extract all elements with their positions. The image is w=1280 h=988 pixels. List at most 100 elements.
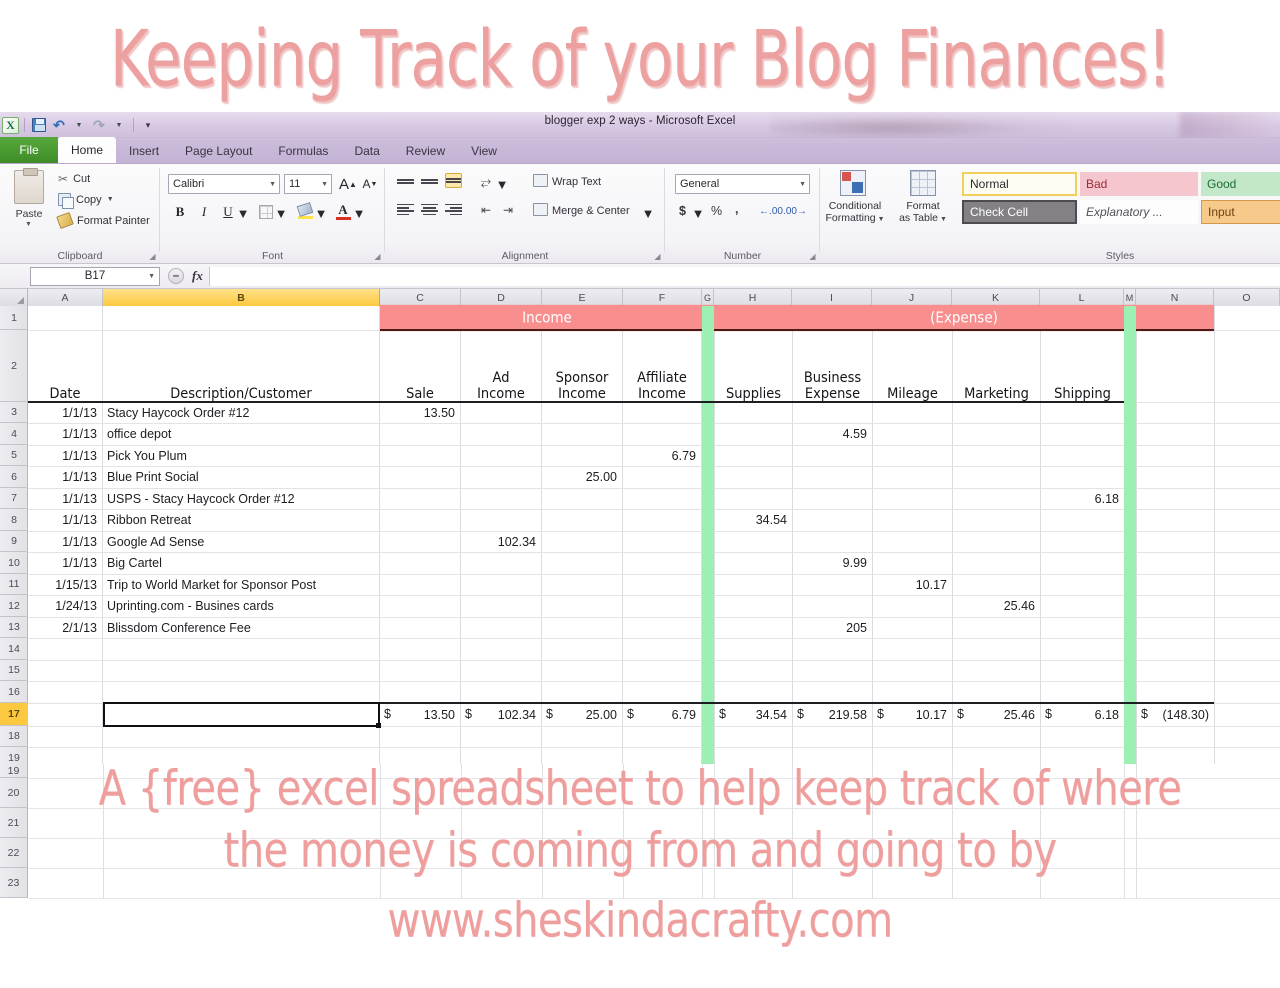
column-header-d[interactable]: D — [461, 289, 542, 306]
cell-desc[interactable]: Ribbon Retreat — [103, 509, 379, 531]
row-header-1[interactable]: 1 — [0, 306, 28, 330]
increase-indent-icon[interactable]: ⇥ — [499, 202, 517, 218]
tab-data[interactable]: Data — [341, 139, 392, 163]
tab-file[interactable]: File — [0, 137, 58, 163]
align-bottom-icon[interactable] — [445, 173, 462, 188]
cell-date[interactable]: 1/1/13 — [28, 445, 102, 466]
column-header-e[interactable]: E — [542, 289, 623, 306]
row-header-14[interactable]: 14 — [0, 638, 28, 660]
align-right-icon[interactable] — [445, 202, 462, 217]
alignment-dialog-launcher-icon[interactable]: ◢ — [653, 252, 662, 261]
redo-icon[interactable]: ↷ — [90, 116, 108, 134]
cell-desc[interactable]: Blissdom Conference Fee — [103, 617, 379, 638]
align-left-icon[interactable] — [397, 202, 414, 217]
row-header-12[interactable]: 12 — [0, 595, 28, 617]
row-header-18[interactable]: 18 — [0, 726, 28, 747]
tab-home[interactable]: Home — [58, 137, 117, 163]
font-color-icon[interactable]: A — [332, 200, 354, 222]
tab-review[interactable]: Review — [393, 139, 458, 163]
align-middle-icon[interactable] — [421, 174, 438, 189]
tab-page-layout[interactable]: Page Layout — [172, 139, 265, 163]
name-box[interactable]: B17 ▼ — [30, 266, 160, 286]
cell-date[interactable]: 1/1/13 — [28, 402, 102, 423]
cell-date[interactable]: 1/1/13 — [28, 488, 102, 509]
style-bad[interactable]: Bad — [1080, 172, 1198, 196]
paste-button-label[interactable]: Paste — [8, 208, 50, 220]
underline-button[interactable]: U — [218, 202, 238, 222]
active-cell-selection[interactable] — [103, 702, 381, 728]
font-dialog-launcher-icon[interactable]: ◢ — [373, 252, 382, 261]
style-explanatory[interactable]: Explanatory ... — [1080, 200, 1198, 224]
format-as-table-button[interactable]: Format as Table ▼ — [892, 200, 954, 226]
align-top-icon[interactable] — [397, 174, 414, 189]
number-dialog-launcher-icon[interactable]: ◢ — [808, 252, 817, 261]
total-sale[interactable]: 13.50 — [380, 703, 460, 726]
wrap-text-label[interactable]: Wrap Text — [552, 176, 601, 188]
total-ad-income[interactable]: 102.34 — [461, 703, 541, 726]
column-header-g[interactable]: G — [702, 289, 714, 306]
cell-date[interactable]: 1/15/13 — [28, 574, 102, 595]
cell-mileage[interactable]: 10.17 — [873, 574, 952, 595]
style-check-cell[interactable]: Check Cell — [962, 200, 1077, 224]
borders-dropdown-icon[interactable]: ▼ — [275, 206, 288, 221]
column-header-c[interactable]: C — [380, 289, 461, 306]
total-net[interactable]: (148.30) — [1136, 703, 1214, 726]
clipboard-dialog-launcher-icon[interactable]: ◢ — [148, 252, 157, 261]
cell-desc[interactable]: Uprinting.com - Busines cards — [103, 595, 379, 617]
total-sponsor-income[interactable]: 25.00 — [542, 703, 622, 726]
total-shipping[interactable]: 6.18 — [1041, 703, 1124, 726]
style-good[interactable]: Good — [1201, 172, 1280, 196]
customize-qat-icon[interactable]: ▾ — [139, 116, 157, 134]
cell-date[interactable]: 1/1/13 — [28, 423, 102, 445]
cell-desc[interactable]: Google Ad Sense — [103, 531, 379, 552]
column-header-k[interactable]: K — [952, 289, 1040, 306]
row-header-9[interactable]: 9 — [0, 531, 28, 552]
cells-area[interactable]: Income (Expense) Date Description/Custom… — [28, 304, 1280, 764]
row-header-17[interactable]: 17 — [0, 703, 28, 726]
style-normal[interactable]: Normal — [962, 172, 1077, 196]
font-color-dropdown-icon[interactable]: ▼ — [353, 206, 366, 221]
cell-desc[interactable]: Stacy Haycock Order #12 — [103, 402, 379, 423]
conditional-formatting-button[interactable]: Conditional Formatting ▼ — [820, 200, 890, 226]
decrease-indent-icon[interactable]: ⇤ — [477, 202, 495, 218]
quick-access-toolbar[interactable]: X ↶ ▼ ↷ ▼ ▾ — [2, 114, 157, 136]
column-header-l[interactable]: L — [1040, 289, 1124, 306]
save-icon[interactable] — [30, 116, 48, 134]
row-header-16[interactable]: 16 — [0, 681, 28, 703]
copy-dropdown-icon[interactable]: ▼ — [107, 196, 114, 203]
column-header-b[interactable]: B — [103, 289, 380, 306]
cell-date[interactable]: 1/1/13 — [28, 552, 102, 574]
undo-icon[interactable]: ↶ — [50, 116, 68, 134]
cell-desc[interactable]: Pick You Plum — [103, 445, 379, 466]
shrink-font-icon[interactable]: A ▼ — [360, 174, 380, 194]
total-supplies[interactable]: 34.54 — [715, 703, 792, 726]
cell-desc[interactable]: office depot — [103, 423, 379, 445]
row-header-23[interactable]: 23 — [0, 868, 28, 898]
cell-desc[interactable]: Trip to World Market for Sponsor Post — [103, 574, 379, 595]
tab-insert[interactable]: Insert — [116, 139, 172, 163]
cell-sponsor[interactable]: 25.00 — [542, 466, 622, 488]
column-header-m[interactable]: M — [1124, 289, 1136, 306]
row-header-22[interactable]: 22 — [0, 838, 28, 868]
column-header-row[interactable]: A B C D E F G H I J K L M N O — [0, 289, 1280, 306]
cell-sale[interactable]: 13.50 — [380, 402, 460, 423]
row-header-19[interactable]: 19 — [0, 747, 28, 764]
comma-format-icon[interactable]: , — [735, 202, 738, 216]
cell-business[interactable]: 4.59 — [793, 423, 872, 445]
style-input[interactable]: Input — [1201, 200, 1280, 224]
accounting-format-icon[interactable]: $ — [679, 204, 686, 218]
row-header-5[interactable]: 5 — [0, 445, 28, 466]
font-size-combobox[interactable]: 11 ▼ — [284, 174, 332, 194]
cell-desc[interactable]: USPS - Stacy Haycock Order #12 — [103, 488, 379, 509]
collapse-formula-bar-icon[interactable]: ━ — [168, 268, 184, 284]
column-header-j[interactable]: J — [872, 289, 952, 306]
column-header-f[interactable]: F — [623, 289, 702, 306]
column-header-o[interactable]: O — [1214, 289, 1280, 306]
cell-shipping[interactable]: 6.18 — [1041, 488, 1124, 509]
row-header-11[interactable]: 11 — [0, 574, 28, 595]
chevron-down-icon[interactable]: ▼ — [321, 181, 328, 188]
cell-business[interactable]: 205 — [793, 617, 872, 638]
total-mileage[interactable]: 10.17 — [873, 703, 952, 726]
row-header-10[interactable]: 10 — [0, 552, 28, 574]
paste-dropdown-icon[interactable]: ▼ — [25, 221, 32, 228]
